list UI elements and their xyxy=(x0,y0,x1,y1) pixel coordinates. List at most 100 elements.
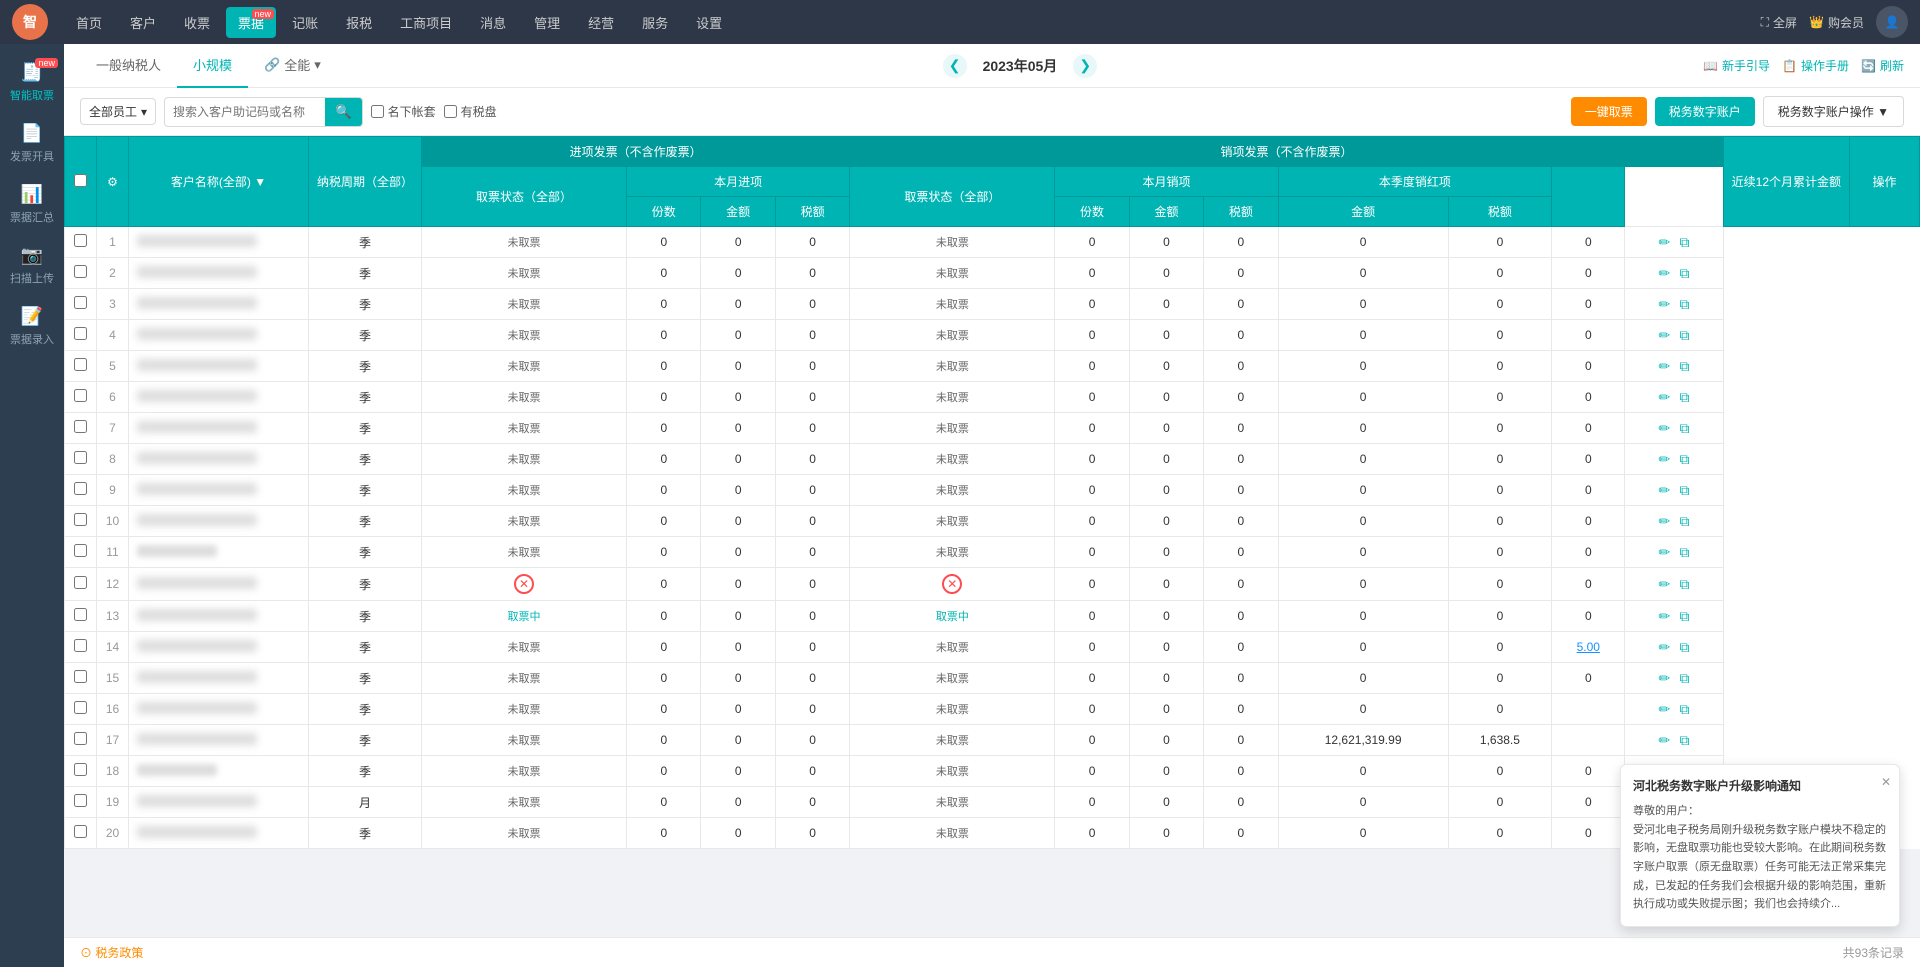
member-btn[interactable]: 👑 购会员 xyxy=(1809,14,1864,31)
nav-settings[interactable]: 设置 xyxy=(684,7,734,38)
out-status-cell[interactable]: 取票中 xyxy=(850,601,1055,632)
has-disk-checkbox[interactable]: 有税盘 xyxy=(444,103,497,120)
edit-btn[interactable]: ✏ xyxy=(1658,639,1670,655)
copy-btn[interactable]: ⧉ xyxy=(1680,296,1690,312)
edit-btn[interactable]: ✏ xyxy=(1658,389,1670,405)
search-button[interactable]: 🔍 xyxy=(325,98,362,126)
nav-messages[interactable]: 消息 xyxy=(468,7,518,38)
notification-close-btn[interactable]: ✕ xyxy=(1881,773,1891,792)
refresh-link[interactable]: 🔄 刷新 xyxy=(1861,57,1904,74)
copy-btn[interactable]: ⧉ xyxy=(1680,451,1690,467)
row-checkbox[interactable] xyxy=(74,763,87,776)
copy-btn[interactable]: ⧉ xyxy=(1680,544,1690,560)
out-status-cell[interactable]: 未取票 xyxy=(850,258,1055,289)
nav-client[interactable]: 客户 xyxy=(118,7,168,38)
in-status-cell[interactable]: 未取票 xyxy=(422,663,627,694)
out-status-cell[interactable]: 未取票 xyxy=(850,475,1055,506)
sidebar-item-summary[interactable]: 📊 票据汇总 xyxy=(0,174,64,235)
copy-btn[interactable]: ⧉ xyxy=(1680,482,1690,498)
search-input[interactable] xyxy=(165,101,325,123)
edit-btn[interactable]: ✏ xyxy=(1658,576,1670,592)
copy-btn[interactable]: ⧉ xyxy=(1680,265,1690,281)
out-status-cell[interactable]: 未取票 xyxy=(850,537,1055,568)
nav-invoice-collect[interactable]: 收票 xyxy=(172,7,222,38)
row-checkbox[interactable] xyxy=(74,732,87,745)
tax-ops-btn[interactable]: 税务数字账户操作 ▼ xyxy=(1763,96,1904,127)
in-status-cell[interactable]: 取票中 xyxy=(422,601,627,632)
in-status-cell[interactable]: 未取票 xyxy=(422,475,627,506)
in-status-cell[interactable]: 未取票 xyxy=(422,258,627,289)
edit-btn[interactable]: ✏ xyxy=(1658,420,1670,436)
out-status-cell[interactable]: 未取票 xyxy=(850,787,1055,818)
select-all-checkbox[interactable] xyxy=(74,174,87,187)
copy-btn[interactable]: ⧉ xyxy=(1680,670,1690,686)
row-checkbox[interactable] xyxy=(74,670,87,683)
copy-btn[interactable]: ⧉ xyxy=(1680,389,1690,405)
row-checkbox[interactable] xyxy=(74,358,87,371)
tax-policy-link[interactable]: ⊙ 税务政策 xyxy=(80,944,143,961)
row-checkbox[interactable] xyxy=(74,513,87,526)
sidebar-item-smart-tax[interactable]: new 🧾 智能取票 xyxy=(0,52,64,113)
copy-btn[interactable]: ⧉ xyxy=(1680,608,1690,624)
edit-btn[interactable]: ✏ xyxy=(1658,451,1670,467)
copy-btn[interactable]: ⧉ xyxy=(1680,576,1690,592)
row-checkbox[interactable] xyxy=(74,420,87,433)
nav-service[interactable]: 服务 xyxy=(630,7,680,38)
out-status-cell[interactable]: 未取票 xyxy=(850,227,1055,258)
out-status-cell[interactable]: 未取票 xyxy=(850,320,1055,351)
edit-btn[interactable]: ✏ xyxy=(1658,544,1670,560)
edit-btn[interactable]: ✏ xyxy=(1658,670,1670,686)
in-status-cell[interactable]: 未取票 xyxy=(422,289,627,320)
one-click-btn[interactable]: 一键取票 xyxy=(1571,97,1647,126)
edit-btn[interactable]: ✏ xyxy=(1658,296,1670,312)
in-status-cell[interactable]: 未取票 xyxy=(422,537,627,568)
cumulative-value[interactable]: 5.00 xyxy=(1577,640,1600,654)
copy-btn[interactable]: ⧉ xyxy=(1680,732,1690,748)
in-status-cell[interactable]: 未取票 xyxy=(422,227,627,258)
out-status-cell[interactable]: 未取票 xyxy=(850,632,1055,663)
out-status-cell[interactable]: 未取票 xyxy=(850,694,1055,725)
row-checkbox[interactable] xyxy=(74,327,87,340)
error-status-icon[interactable]: ✕ xyxy=(942,574,962,594)
out-status-cell[interactable]: 未取票 xyxy=(850,289,1055,320)
out-status-cell[interactable]: 未取票 xyxy=(850,444,1055,475)
edit-btn[interactable]: ✏ xyxy=(1658,608,1670,624)
out-status-cell[interactable]: 未取票 xyxy=(850,756,1055,787)
row-checkbox[interactable] xyxy=(74,576,87,589)
copy-btn[interactable]: ⧉ xyxy=(1680,420,1690,436)
copy-btn[interactable]: ⧉ xyxy=(1680,234,1690,250)
in-status-cell[interactable]: 未取票 xyxy=(422,320,627,351)
out-status-cell[interactable]: 未取票 xyxy=(850,506,1055,537)
edit-btn[interactable]: ✏ xyxy=(1658,358,1670,374)
next-period-btn[interactable]: ❯ xyxy=(1073,54,1097,78)
nav-operation[interactable]: 经营 xyxy=(576,7,626,38)
row-checkbox[interactable] xyxy=(74,389,87,402)
nav-management[interactable]: 管理 xyxy=(522,7,572,38)
nav-accounting[interactable]: 记账 xyxy=(280,7,330,38)
edit-btn[interactable]: ✏ xyxy=(1658,265,1670,281)
nav-home[interactable]: 首页 xyxy=(64,7,114,38)
edit-btn[interactable]: ✏ xyxy=(1658,701,1670,717)
tab-all[interactable]: 🔗 全能 ▾ xyxy=(248,44,337,88)
row-checkbox[interactable] xyxy=(74,825,87,838)
edit-btn[interactable]: ✏ xyxy=(1658,234,1670,250)
row-checkbox[interactable] xyxy=(74,482,87,495)
in-status-cell[interactable]: 未取票 xyxy=(422,818,627,849)
in-status-cell[interactable]: ✕ xyxy=(422,568,627,601)
edit-btn[interactable]: ✏ xyxy=(1658,482,1670,498)
edit-btn[interactable]: ✏ xyxy=(1658,732,1670,748)
copy-btn[interactable]: ⧉ xyxy=(1680,513,1690,529)
sidebar-item-entry[interactable]: 📝 票据录入 xyxy=(0,296,64,357)
out-status-cell[interactable]: 未取票 xyxy=(850,382,1055,413)
nav-tax[interactable]: 报税 xyxy=(334,7,384,38)
in-status-cell[interactable]: 未取票 xyxy=(422,444,627,475)
row-checkbox[interactable] xyxy=(74,234,87,247)
out-status-cell[interactable]: 未取票 xyxy=(850,663,1055,694)
sidebar-item-scan[interactable]: 📷 扫描上传 xyxy=(0,235,64,296)
my-accounts-checkbox[interactable]: 名下帐套 xyxy=(371,103,436,120)
row-checkbox[interactable] xyxy=(74,639,87,652)
out-status-cell[interactable]: 未取票 xyxy=(850,351,1055,382)
row-checkbox[interactable] xyxy=(74,701,87,714)
tab-general[interactable]: 一般纳税人 xyxy=(80,44,177,88)
manual-link[interactable]: 📋 操作手册 xyxy=(1782,57,1849,74)
